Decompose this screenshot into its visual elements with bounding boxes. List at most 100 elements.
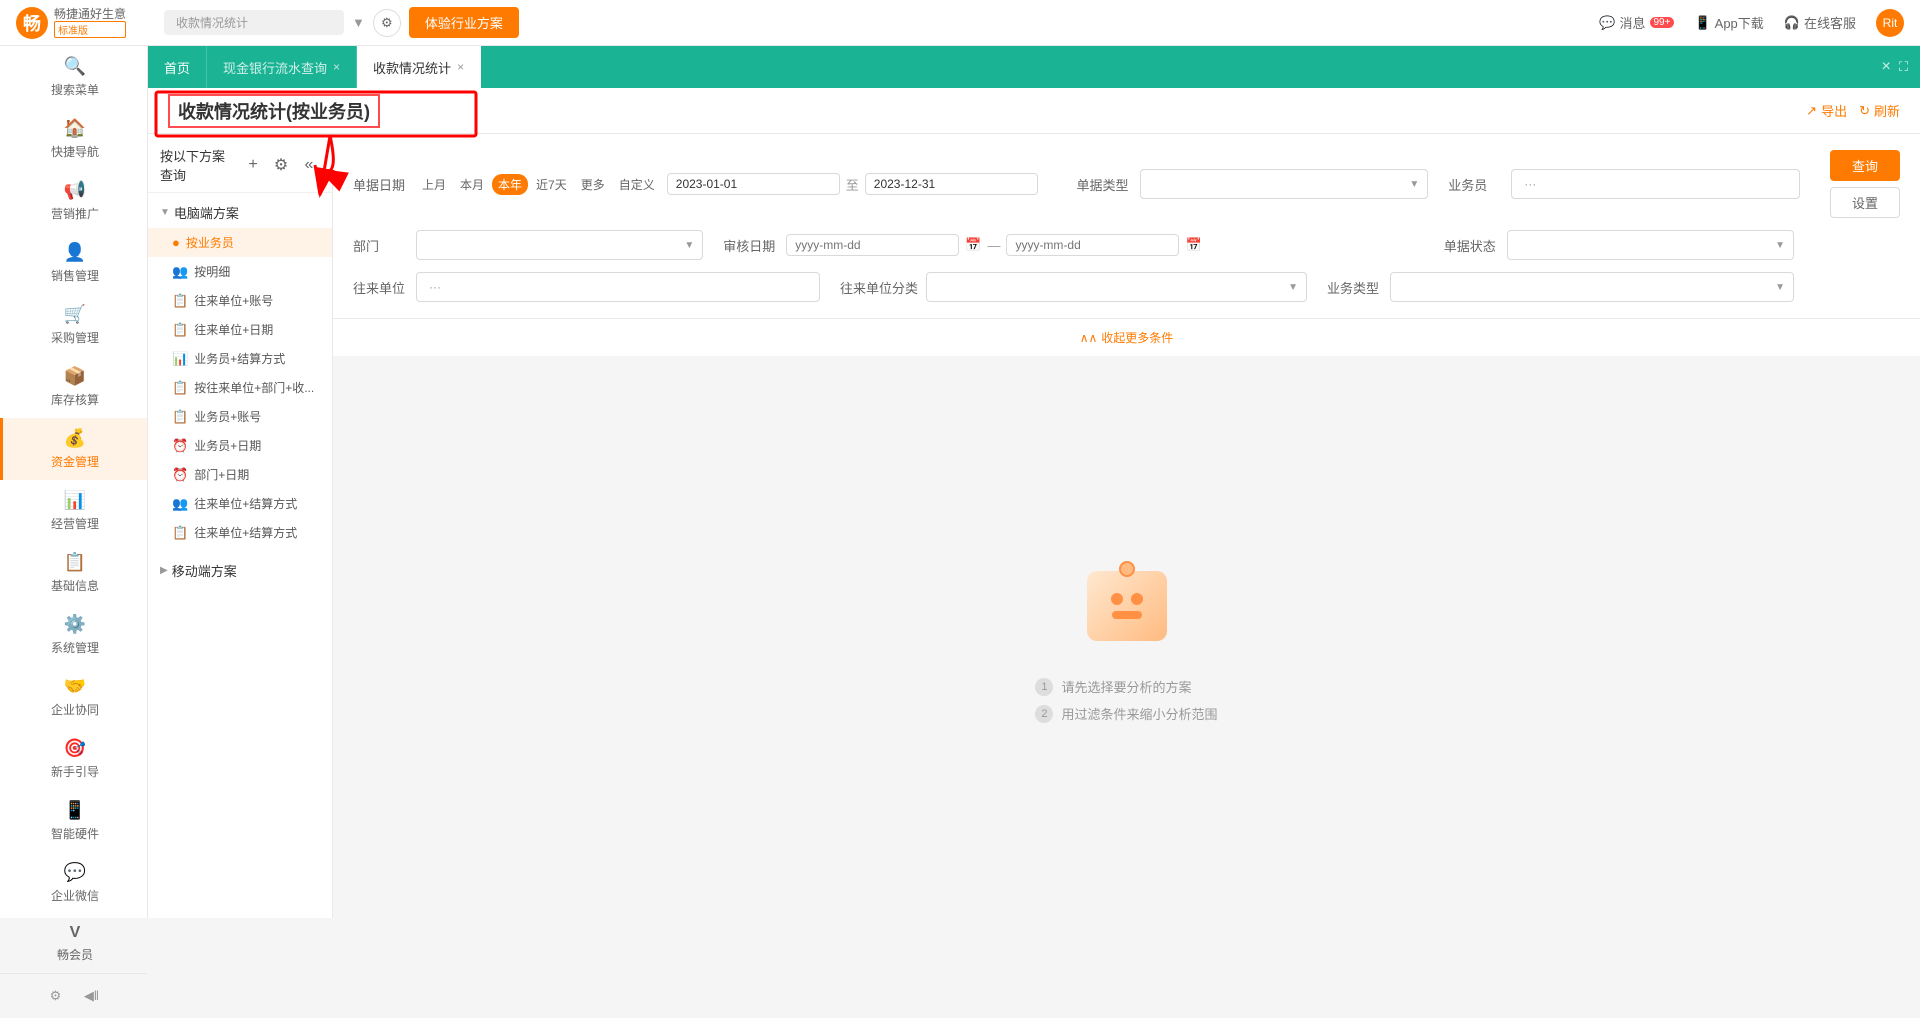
sidebar-item-vip[interactable]: V 畅会员 — [0, 914, 147, 973]
filter-doc-type-item: 单据类型 ▼ — [1077, 169, 1429, 199]
dept-select[interactable]: ▼ — [416, 230, 703, 260]
counterpart-category-select[interactable]: ▼ — [926, 272, 1307, 302]
dept-dropdown-icon: ▼ — [684, 240, 694, 251]
sidebar-item-marketing[interactable]: 📢 营销推广 — [0, 170, 147, 232]
date-tab-this-year[interactable]: 本年 — [492, 174, 528, 195]
collapse-bar-text: 收起更多条件 — [1101, 329, 1173, 346]
doc-status-select[interactable]: ▼ — [1507, 230, 1794, 260]
date-tab-more[interactable]: 更多 — [575, 174, 611, 195]
gear-button[interactable]: ⚙ — [373, 9, 401, 37]
salesperson-settlement-icon: 📊 — [172, 351, 188, 367]
scheme-group-mobile-title[interactable]: ▶ 移动端方案 — [148, 555, 332, 586]
sidebar-item-corp-wechat[interactable]: 💬 企业微信 — [0, 852, 147, 914]
date-to-input[interactable] — [865, 173, 1038, 195]
sidebar-item-inventory[interactable]: 📦 库存核算 — [0, 356, 147, 418]
scheme-settings-button[interactable]: ⚙ — [270, 154, 292, 176]
setting-button[interactable]: 设置 — [1830, 187, 1900, 218]
sidebar-collapse-button[interactable]: ◀‖ — [78, 982, 106, 1010]
doc-type-select[interactable]: ▼ — [1140, 169, 1429, 199]
scheme-item-counterpart-account[interactable]: 📋 往来单位+账号 — [148, 286, 332, 315]
biz-type-dropdown-icon: ▼ — [1775, 282, 1785, 293]
sidebar-item-finance[interactable]: 💰 资金管理 — [0, 418, 147, 480]
vip-icon: V — [70, 924, 81, 942]
tab-bank-flow[interactable]: 现金银行流水查询 × — [207, 46, 357, 88]
query-button[interactable]: 查询 — [1830, 150, 1900, 181]
online-service-button[interactable]: 🎧 在线客服 — [1784, 13, 1856, 32]
counterpart-more-icon[interactable]: ··· — [429, 280, 441, 294]
tab-maximize-button[interactable]: ⛶ — [1899, 59, 1908, 75]
salesperson-select[interactable]: ··· — [1511, 169, 1800, 199]
scheme-item-by-salesperson[interactable]: ● 按业务员 — [148, 228, 332, 257]
mobile-group-arrow: ▶ — [160, 565, 168, 576]
corp-wechat-icon: 💬 — [64, 862, 86, 883]
refresh-button[interactable]: ↻ 刷新 — [1859, 101, 1900, 120]
scheme-item-counterpart-settlement2[interactable]: 👥 往来单位+结算方式 — [148, 489, 332, 518]
sidebar-settings-button[interactable]: ⚙ — [42, 982, 70, 1010]
export-button[interactable]: ↗ 导出 — [1806, 101, 1847, 120]
scheme-add-button[interactable]: + — [242, 154, 264, 176]
filter-form: 单据日期 上月 本月 本年 近7天 更多 自定义 — [333, 134, 1920, 319]
sidebar-item-purchase[interactable]: 🛒 采购管理 — [0, 294, 147, 356]
audit-date-to-input[interactable] — [1006, 234, 1179, 256]
scheme-item-by-counterpart-dept[interactable]: 📋 按往来单位+部门+收... — [148, 373, 332, 402]
scheme-collapse-button[interactable]: « — [298, 154, 320, 176]
tab-collection-stats[interactable]: 收款情况统计 × — [357, 46, 481, 88]
filter-row-2: 部门 ▼ 审核日期 📅 — — [353, 230, 1900, 260]
scheme-item-salesperson-account[interactable]: 📋 业务员+账号 — [148, 402, 332, 431]
tab-collection-stats-close[interactable]: × — [457, 60, 464, 74]
inventory-icon: 📦 — [64, 366, 86, 387]
app-download-button[interactable]: 📱 App下载 — [1694, 13, 1763, 32]
scheme-item-by-detail[interactable]: 👥 按明细 — [148, 257, 332, 286]
sidebar-item-smart-hw[interactable]: 📱 智能硬件 — [0, 790, 147, 852]
salesperson-account-icon: 📋 — [172, 409, 188, 425]
sidebar-item-quick-nav[interactable]: 🏠 快捷导航 — [0, 108, 147, 170]
empty-content: 1 请先选择要分析的方案 2 用过滤条件来缩小分析范围 — [333, 356, 1920, 918]
counterpart-category-label: 往来单位分类 — [840, 278, 918, 297]
search-menu-icon: 🔍 — [64, 56, 86, 77]
nav-dropdown-icon[interactable]: ▼ — [352, 15, 365, 30]
content-area: 首页 现金银行流水查询 × 收款情况统计 × × ⛶ 收款情况统计(按业务员) … — [148, 46, 1920, 918]
nav-breadcrumb[interactable]: 收款情况统计 — [164, 10, 344, 35]
tab-home[interactable]: 首页 — [148, 46, 207, 88]
date-tabs: 上月 本月 本年 近7天 更多 自定义 — [416, 174, 661, 195]
main-layout: 🔍 搜索菜单 🏠 快捷导航 📢 营销推广 👤 销售管理 🛒 采购管理 📦 库存核… — [0, 46, 1920, 918]
tip-num-2: 2 — [1035, 705, 1053, 723]
tab-close-all-button[interactable]: × — [1882, 58, 1891, 76]
date-tab-this-month[interactable]: 本月 — [454, 174, 490, 195]
salesperson-more-icon[interactable]: ··· — [1524, 177, 1536, 191]
purchase-icon: 🛒 — [64, 304, 86, 325]
empty-illustration — [1067, 551, 1187, 661]
tab-bank-flow-close[interactable]: × — [333, 60, 340, 74]
scheme-group-desktop-title[interactable]: ▼ 电脑端方案 — [148, 197, 332, 228]
sidebar-item-sales[interactable]: 👤 销售管理 — [0, 232, 147, 294]
trial-button[interactable]: 体验行业方案 — [409, 7, 519, 38]
scheme-item-counterpart-date[interactable]: 📋 往来单位+日期 — [148, 315, 332, 344]
sidebar-item-sys-manage[interactable]: ⚙️ 系统管理 — [0, 604, 147, 666]
sidebar: 🔍 搜索菜单 🏠 快捷导航 📢 营销推广 👤 销售管理 🛒 采购管理 📦 库存核… — [0, 46, 148, 918]
sidebar-item-basic-info[interactable]: 📋 基础信息 — [0, 542, 147, 604]
date-tab-last7days[interactable]: 近7天 — [530, 174, 573, 195]
filter-biz-type-item: 业务类型 ▼ — [1327, 272, 1794, 302]
message-button[interactable]: 💬 消息 99+ — [1599, 13, 1674, 32]
sidebar-item-operations[interactable]: 📊 经营管理 — [0, 480, 147, 542]
sidebar-item-search-menu[interactable]: 🔍 搜索菜单 — [0, 46, 147, 108]
user-avatar[interactable]: Rit — [1876, 9, 1904, 37]
doc-status-label: 单据状态 — [1444, 236, 1499, 255]
collapse-bar[interactable]: ∧∧ 收起更多条件 — [333, 319, 1920, 356]
scheme-item-counterpart-settlement3[interactable]: 📋 往来单位+结算方式 — [148, 518, 332, 547]
scheme-item-dept-date[interactable]: ⏰ 部门+日期 — [148, 460, 332, 489]
date-from-input[interactable] — [667, 173, 840, 195]
sidebar-item-corp-collab[interactable]: 🤝 企业协同 — [0, 666, 147, 728]
counterpart-select[interactable]: ··· — [416, 272, 820, 302]
scheme-group-desktop: ▼ 电脑端方案 ● 按业务员 👥 按明细 📋 往来单位+账号 — [148, 193, 332, 551]
date-tab-last-month[interactable]: 上月 — [416, 174, 452, 195]
scheme-panel-header: 按以下方案查询 + ⚙ « — [148, 134, 332, 193]
date-tab-custom[interactable]: 自定义 — [613, 174, 661, 195]
biz-type-select[interactable]: ▼ — [1390, 272, 1794, 302]
salesperson-date-icon: ⏰ — [172, 438, 188, 454]
marketing-icon: 📢 — [64, 180, 86, 201]
audit-date-from-input[interactable] — [786, 234, 959, 256]
scheme-item-salesperson-date[interactable]: ⏰ 业务员+日期 — [148, 431, 332, 460]
sidebar-item-new-guide[interactable]: 🎯 新手引导 — [0, 728, 147, 790]
scheme-item-salesperson-settlement[interactable]: 📊 业务员+结算方式 — [148, 344, 332, 373]
